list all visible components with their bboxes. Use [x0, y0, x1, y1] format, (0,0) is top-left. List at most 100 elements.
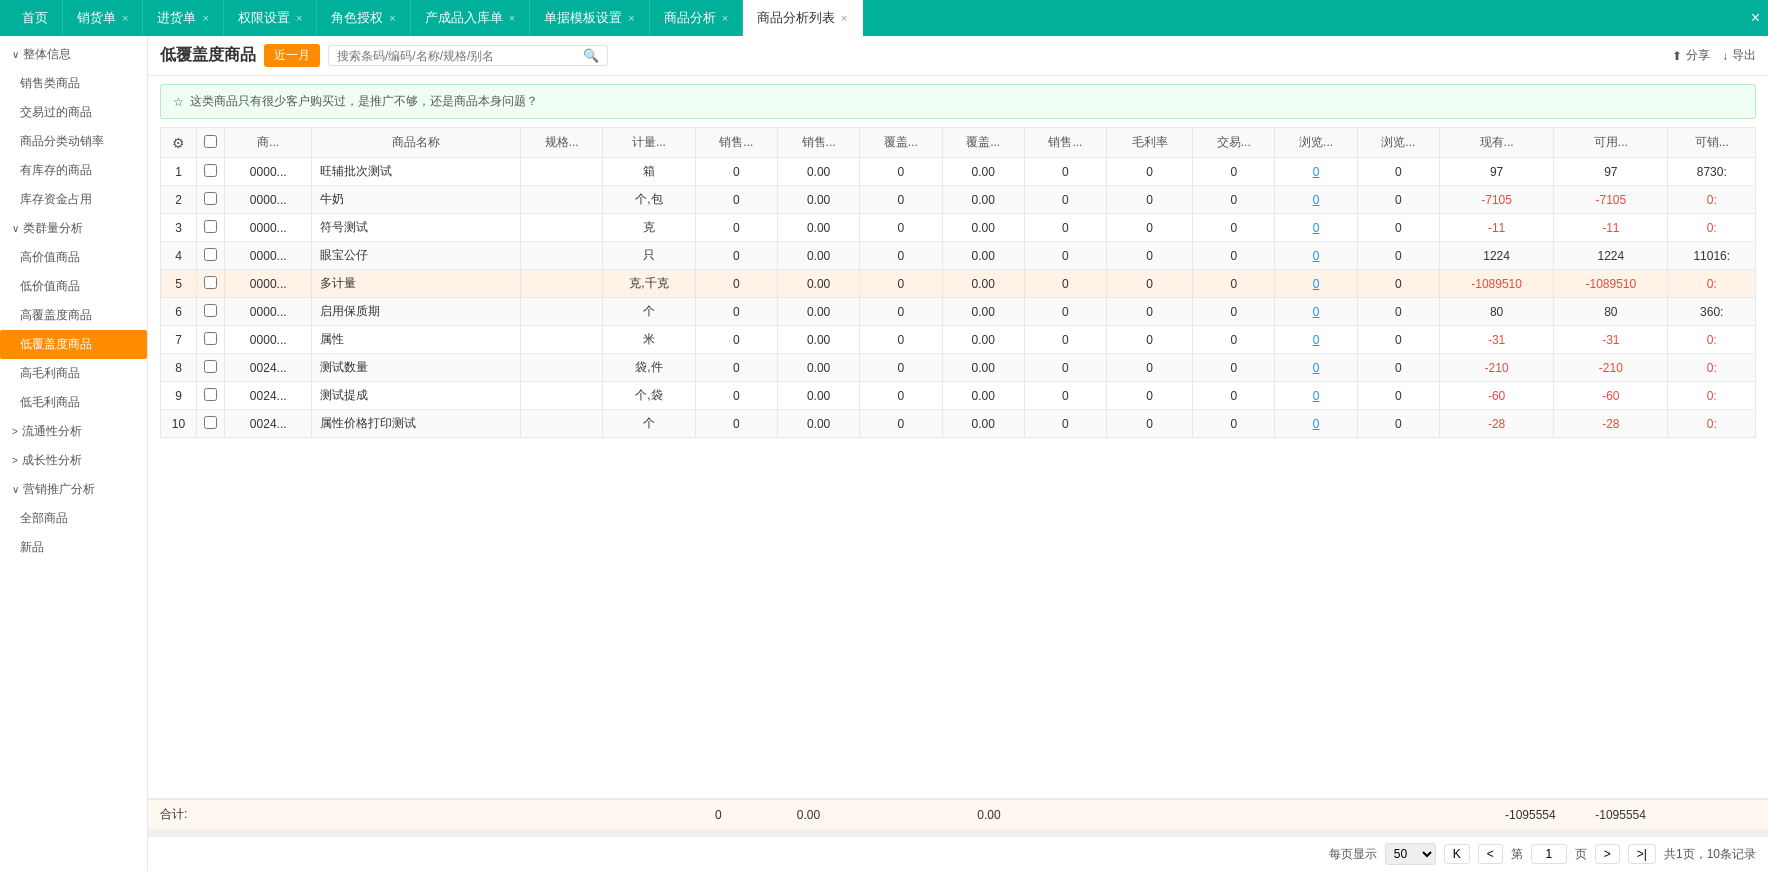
row-cov1: 0 — [860, 242, 942, 270]
sidebar-item-low-value[interactable]: 低价值商品 — [0, 272, 147, 301]
last-page-button[interactable]: >| — [1628, 844, 1656, 864]
row-name[interactable]: 多计量 — [312, 270, 521, 298]
row-browse2: 0 — [1357, 158, 1439, 186]
sidebar-item-all-products[interactable]: 全部商品 — [0, 504, 147, 533]
row-name[interactable]: 测试提成 — [312, 382, 521, 410]
tab-product-inbound[interactable]: 产成品入库单 × — [411, 0, 530, 36]
row-sale1: 0 — [695, 214, 777, 242]
row-checkbox[interactable] — [197, 242, 225, 270]
sidebar-item-stock-capital[interactable]: 库存资金占用 — [0, 185, 147, 214]
tab-purchase-order[interactable]: 进货单 × — [143, 0, 223, 36]
tab-sales-order[interactable]: 销货单 × — [63, 0, 143, 36]
next-page-button[interactable]: > — [1595, 844, 1620, 864]
search-input[interactable] — [337, 49, 579, 63]
tab-home[interactable]: 首页 — [8, 0, 63, 36]
sidebar-item-high-value[interactable]: 高价值商品 — [0, 243, 147, 272]
export-button[interactable]: ↓ 导出 — [1722, 47, 1756, 64]
total-trade — [1215, 808, 1305, 822]
sidebar-section-marketing[interactable]: ∨ 营销推广分析 — [0, 475, 147, 504]
row-browse1[interactable]: 0 — [1275, 214, 1357, 242]
row-number: 8 — [161, 354, 197, 382]
row-sale2: 0.00 — [777, 326, 859, 354]
sidebar-item-high-margin[interactable]: 高毛利商品 — [0, 359, 147, 388]
page-number-input[interactable] — [1531, 844, 1567, 864]
row-browse1[interactable]: 0 — [1275, 158, 1357, 186]
close-all-tabs[interactable]: × — [1751, 9, 1760, 27]
sidebar-item-category-rate[interactable]: 商品分类动销率 — [0, 127, 147, 156]
row-cov2: 0.00 — [942, 326, 1024, 354]
row-name[interactable]: 属性价格打印测试 — [312, 410, 521, 438]
row-number: 9 — [161, 382, 197, 410]
row-browse1[interactable]: 0 — [1275, 410, 1357, 438]
row-checkbox[interactable] — [197, 326, 225, 354]
row-trade: 0 — [1193, 186, 1275, 214]
sidebar-section-growth[interactable]: > 成长性分析 — [0, 446, 147, 475]
sidebar-item-sales-products[interactable]: 销售类商品 — [0, 69, 147, 98]
row-name[interactable]: 牛奶 — [312, 186, 521, 214]
row-saleavail: 0: — [1668, 382, 1756, 410]
row-checkbox[interactable] — [197, 186, 225, 214]
first-page-button[interactable]: K — [1444, 844, 1470, 864]
row-checkbox[interactable] — [197, 270, 225, 298]
row-sale3: 0 — [1024, 354, 1106, 382]
row-browse1[interactable]: 0 — [1275, 354, 1357, 382]
prev-page-button[interactable]: < — [1478, 844, 1503, 864]
sidebar-item-traded-products[interactable]: 交易过的商品 — [0, 98, 147, 127]
close-tab-5[interactable]: × — [509, 12, 515, 24]
close-tab-6[interactable]: × — [628, 12, 634, 24]
row-checkbox[interactable] — [197, 158, 225, 186]
col-header-trade: 交易... — [1193, 128, 1275, 158]
sidebar-section-overview[interactable]: ∨ 整体信息 — [0, 40, 147, 69]
sidebar-item-new-products[interactable]: 新品 — [0, 533, 147, 562]
row-cov2: 0.00 — [942, 270, 1024, 298]
row-browse1[interactable]: 0 — [1275, 326, 1357, 354]
time-filter-button[interactable]: 近一月 — [264, 44, 320, 67]
tab-product-analysis[interactable]: 商品分析 × — [650, 0, 743, 36]
row-browse1[interactable]: 0 — [1275, 270, 1357, 298]
row-sale1: 0 — [695, 354, 777, 382]
row-checkbox[interactable] — [197, 298, 225, 326]
row-checkbox[interactable] — [197, 214, 225, 242]
row-checkbox[interactable] — [197, 410, 225, 438]
sidebar-item-high-coverage[interactable]: 高覆盖度商品 — [0, 301, 147, 330]
sidebar-item-low-margin[interactable]: 低毛利商品 — [0, 388, 147, 417]
row-checkbox[interactable] — [197, 382, 225, 410]
row-name[interactable]: 旺辅批次测试 — [312, 158, 521, 186]
tab-template-settings[interactable]: 单据模板设置 × — [530, 0, 649, 36]
horizontal-scrollbar[interactable] — [148, 829, 1768, 837]
select-all-checkbox[interactable] — [204, 135, 217, 148]
close-tab-1[interactable]: × — [122, 12, 128, 24]
close-tab-3[interactable]: × — [296, 12, 302, 24]
sidebar-section-group-analysis[interactable]: ∨ 类群量分析 — [0, 214, 147, 243]
row-checkbox[interactable] — [197, 354, 225, 382]
close-tab-7[interactable]: × — [722, 12, 728, 24]
row-browse1[interactable]: 0 — [1275, 242, 1357, 270]
row-name[interactable]: 测试数量 — [312, 354, 521, 382]
row-stock1: -60 — [1440, 382, 1554, 410]
row-name[interactable]: 属性 — [312, 326, 521, 354]
row-name[interactable]: 启用保质期 — [312, 298, 521, 326]
page-size-select[interactable]: 50 100 200 — [1385, 843, 1436, 865]
tab-permission-settings[interactable]: 权限设置 × — [224, 0, 317, 36]
share-button[interactable]: ⬆ 分享 — [1672, 47, 1710, 64]
col-header-checkbox[interactable] — [197, 128, 225, 158]
row-browse1[interactable]: 0 — [1275, 186, 1357, 214]
sidebar-item-stocked-products[interactable]: 有库存的商品 — [0, 156, 147, 185]
row-browse1[interactable]: 0 — [1275, 298, 1357, 326]
row-name[interactable]: 眼宝公仔 — [312, 242, 521, 270]
close-tab-4[interactable]: × — [389, 12, 395, 24]
row-unit: 米 — [603, 326, 695, 354]
row-cov1: 0 — [860, 382, 942, 410]
row-gross: 0 — [1107, 270, 1193, 298]
row-browse1[interactable]: 0 — [1275, 382, 1357, 410]
tab-role-auth[interactable]: 角色授权 × — [317, 0, 410, 36]
close-tab-8[interactable]: × — [841, 12, 847, 24]
row-name[interactable]: 符号测试 — [312, 214, 521, 242]
sidebar-item-low-coverage[interactable]: 低覆盖度商品 — [0, 330, 147, 359]
tab-product-analysis-list[interactable]: 商品分析列表 × — [743, 0, 862, 36]
section-arrow-overview: ∨ — [12, 49, 19, 60]
row-browse2: 0 — [1357, 270, 1439, 298]
col-header-settings[interactable]: ⚙ — [161, 128, 197, 158]
close-tab-2[interactable]: × — [202, 12, 208, 24]
sidebar-section-liquidity[interactable]: > 流通性分析 — [0, 417, 147, 446]
